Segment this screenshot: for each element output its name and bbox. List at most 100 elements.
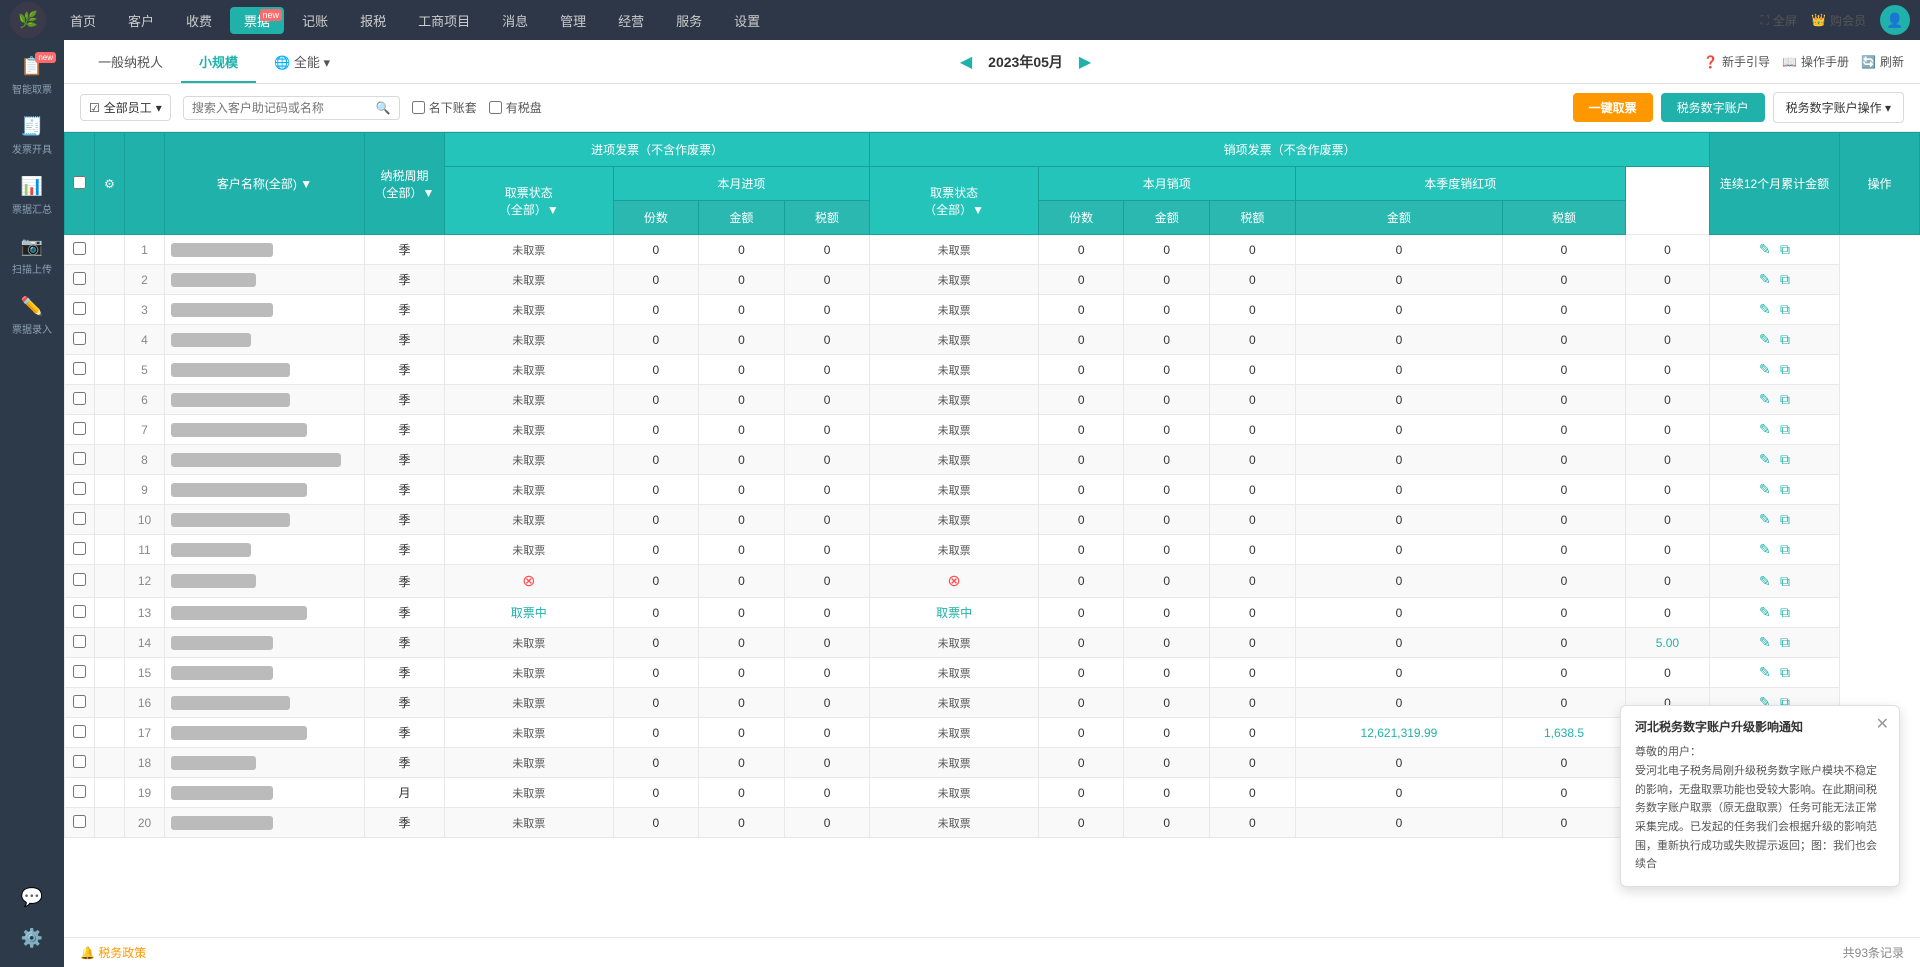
sidebar-item-smart-ticket[interactable]: 📋 智能取票 new [4,48,60,104]
row-checkbox-cell[interactable] [65,748,95,778]
row-checkbox[interactable] [73,605,86,618]
copy-btn[interactable]: ⧉ [1777,241,1793,258]
row-checkbox[interactable] [73,482,86,495]
copy-btn[interactable]: ⧉ [1777,331,1793,348]
row-checkbox-cell[interactable] [65,385,95,415]
col-in-status-header[interactable]: 取票状态（全部）▼ [445,167,614,235]
row-name[interactable]: ████████████ [165,295,365,325]
edit-btn[interactable]: ✎ [1756,604,1774,621]
copy-btn[interactable]: ⧉ [1777,361,1793,378]
row-checkbox-cell[interactable] [65,598,95,628]
copy-btn[interactable]: ⧉ [1777,391,1793,408]
copy-btn[interactable]: ⧉ [1777,541,1793,558]
nav-item-manage[interactable]: 管理 [546,7,600,34]
row-name[interactable]: ████████████ [165,658,365,688]
copy-btn[interactable]: ⧉ [1777,301,1793,318]
row-checkbox-cell[interactable] [65,658,95,688]
row-checkbox[interactable] [73,665,86,678]
row-name[interactable]: ████████ [165,325,365,355]
check-tax[interactable] [489,101,502,114]
row-name[interactable]: ██████████████ [165,505,365,535]
new-guide-btn[interactable]: ❓ 新手引导 [1703,53,1770,70]
row-name[interactable]: ██████████ [165,265,365,295]
row-checkbox[interactable] [73,362,86,375]
tooltip-close-btn[interactable]: ✕ [1876,714,1889,734]
tax-ops-btn[interactable]: 税务数字账户操作 ▾ [1773,92,1904,123]
col-period-header[interactable]: 纳税周期（全部）▼ [365,133,445,235]
nav-item-tax[interactable]: 报税 [346,7,400,34]
edit-btn[interactable]: ✎ [1756,391,1774,408]
check-xia[interactable] [412,101,425,114]
sidebar-item-ticket-entry[interactable]: ✏️ 票据录入 [4,288,60,344]
row-checkbox[interactable] [73,512,86,525]
row-checkbox[interactable] [73,332,86,345]
row-checkbox-cell[interactable] [65,505,95,535]
nav-item-fee[interactable]: 收费 [172,7,226,34]
row-name[interactable]: ████████████████████ [165,445,365,475]
row-checkbox-cell[interactable] [65,445,95,475]
edit-btn[interactable]: ✎ [1756,421,1774,438]
chat-icon[interactable]: 💬 [15,881,49,914]
nav-item-home[interactable]: 首页 [56,7,110,34]
employee-filter[interactable]: ☑ 全部员工 ▾ [80,94,171,121]
col-out-status-header[interactable]: 取票状态（全部）▼ [870,167,1039,235]
row-checkbox[interactable] [73,785,86,798]
row-checkbox-cell[interactable] [65,565,95,598]
nav-item-settings[interactable]: 设置 [720,7,774,34]
copy-btn[interactable]: ⧉ [1777,481,1793,498]
row-name[interactable]: ██████████████ [165,385,365,415]
sidebar-item-invoice-open[interactable]: 🧾 发票开具 [4,108,60,164]
member-btn[interactable]: 👑 购会员 [1811,12,1866,29]
manual-btn[interactable]: 📖 操作手册 [1782,53,1849,70]
tax-account-btn[interactable]: 税务数字账户 [1661,93,1765,122]
row-checkbox[interactable] [73,422,86,435]
row-checkbox-cell[interactable] [65,355,95,385]
nav-item-account[interactable]: 记账 [288,7,342,34]
row-checkbox-cell[interactable] [65,325,95,355]
row-name[interactable]: ████████████ [165,808,365,838]
row-checkbox-cell[interactable] [65,718,95,748]
edit-btn[interactable]: ✎ [1756,241,1774,258]
row-checkbox[interactable] [73,815,86,828]
subtab-all[interactable]: 🌐 全能 ▾ [256,42,348,83]
fullscreen-btn[interactable]: ⛶ 全屏 [1761,12,1797,29]
sidebar-item-scan-upload[interactable]: 📷 扫描上传 [4,228,60,284]
edit-btn[interactable]: ✎ [1756,331,1774,348]
check-tax-label[interactable]: 有税盘 [489,99,542,116]
row-name[interactable]: ████████████████ [165,598,365,628]
row-name[interactable]: ████████████████ [165,475,365,505]
subtab-general[interactable]: 一般纳税人 [80,42,181,83]
check-xia-label[interactable]: 名下账套 [412,99,477,116]
row-checkbox-cell[interactable] [65,808,95,838]
edit-btn[interactable]: ✎ [1756,664,1774,681]
row-name[interactable]: ██████████████ [165,688,365,718]
row-name[interactable]: ████████████ [165,778,365,808]
row-checkbox[interactable] [73,573,86,586]
nav-item-message[interactable]: 消息 [488,7,542,34]
row-checkbox[interactable] [73,302,86,315]
nav-item-customer[interactable]: 客户 [114,7,168,34]
copy-btn[interactable]: ⧉ [1777,604,1793,621]
row-checkbox-cell[interactable] [65,265,95,295]
row-checkbox-cell[interactable] [65,295,95,325]
edit-btn[interactable]: ✎ [1756,481,1774,498]
row-name[interactable]: ████████████ [165,628,365,658]
row-checkbox-cell[interactable] [65,235,95,265]
edit-btn[interactable]: ✎ [1756,634,1774,651]
subtab-small[interactable]: 小规模 [181,42,256,83]
copy-btn[interactable]: ⧉ [1777,451,1793,468]
nav-item-ticket[interactable]: 票据 new [230,7,284,34]
row-name[interactable]: ██████████ [165,565,365,598]
edit-btn[interactable]: ✎ [1756,573,1774,590]
user-avatar[interactable]: 👤 [1880,5,1910,35]
edit-btn[interactable]: ✎ [1756,301,1774,318]
row-checkbox[interactable] [73,452,86,465]
row-name[interactable]: ████████████████ [165,415,365,445]
one-click-btn[interactable]: 一键取票 [1573,93,1653,122]
row-name[interactable]: ████ [165,535,365,565]
edit-btn[interactable]: ✎ [1756,361,1774,378]
nav-item-service[interactable]: 服务 [662,7,716,34]
nav-item-operation[interactable]: 经营 [604,7,658,34]
row-checkbox[interactable] [73,695,86,708]
edit-btn[interactable]: ✎ [1756,511,1774,528]
